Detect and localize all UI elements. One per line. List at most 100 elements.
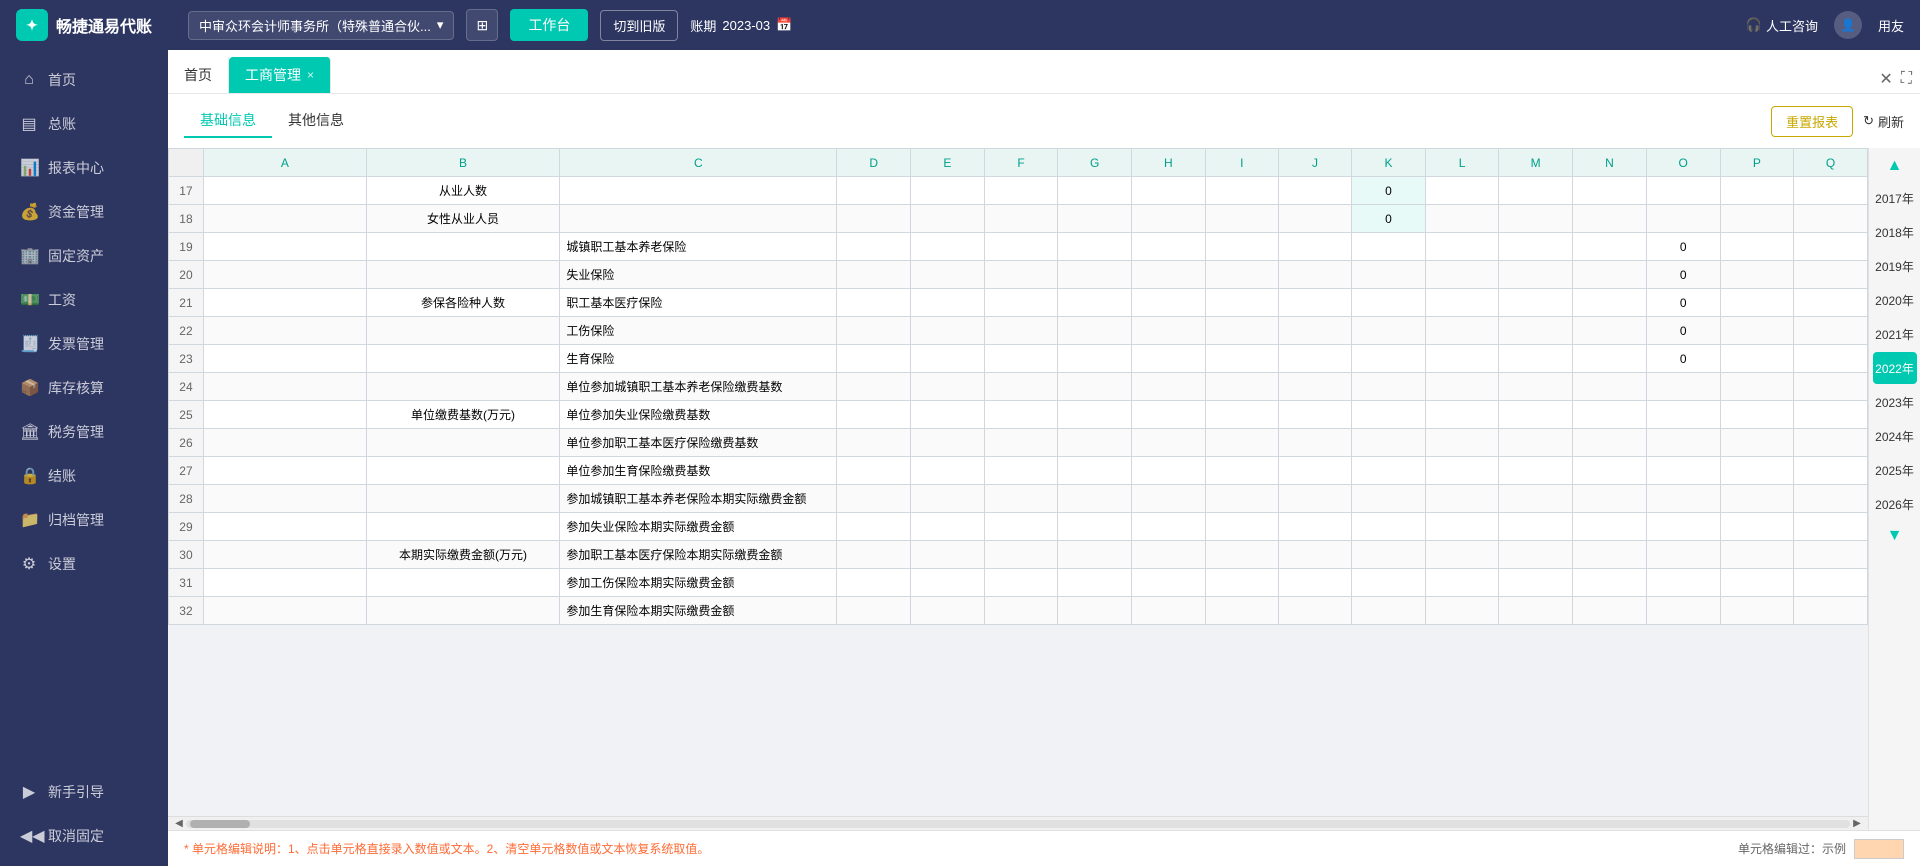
cell-28-o[interactable] [1646, 485, 1720, 513]
cell-27-h[interactable] [1132, 457, 1206, 485]
cell-29-p[interactable] [1720, 513, 1794, 541]
cell-29-b[interactable] [366, 513, 560, 541]
cell-30-n[interactable] [1573, 541, 1647, 569]
cell-32-g[interactable] [1058, 597, 1132, 625]
cell-21-j[interactable] [1278, 289, 1351, 317]
cell-26-c[interactable]: 单位参加职工基本医疗保险缴费基数 [560, 429, 837, 457]
workbench-button[interactable]: 工作台 [510, 9, 588, 41]
cell-27-j[interactable] [1278, 457, 1351, 485]
cell-19-e[interactable] [911, 233, 985, 261]
cell-19-g[interactable] [1058, 233, 1132, 261]
cell-17-b[interactable]: 从业人数 [366, 177, 560, 205]
cell-19-a[interactable] [203, 233, 366, 261]
cell-18-l[interactable] [1425, 205, 1498, 233]
cell-24-g[interactable] [1058, 373, 1132, 401]
cell-30-f[interactable] [984, 541, 1058, 569]
old-version-button[interactable]: 切到旧版 [600, 10, 678, 41]
cell-18-o[interactable] [1646, 205, 1720, 233]
cell-23-e[interactable] [911, 345, 985, 373]
cell-25-n[interactable] [1573, 401, 1647, 429]
cell-18-i[interactable] [1205, 205, 1278, 233]
cell-31-l[interactable] [1425, 569, 1498, 597]
cell-24-o[interactable] [1646, 373, 1720, 401]
cell-22-l[interactable] [1425, 317, 1498, 345]
cell-20-a[interactable] [203, 261, 366, 289]
cell-32-o[interactable] [1646, 597, 1720, 625]
sub-tab-other[interactable]: 其他信息 [272, 104, 360, 138]
cell-23-l[interactable] [1425, 345, 1498, 373]
cell-30-m[interactable] [1499, 541, 1573, 569]
cell-32-a[interactable] [203, 597, 366, 625]
cell-30-l[interactable] [1425, 541, 1498, 569]
cell-23-k[interactable] [1352, 345, 1426, 373]
cell-23-a[interactable] [203, 345, 366, 373]
cell-22-a[interactable] [203, 317, 366, 345]
cell-24-b[interactable] [366, 373, 560, 401]
cell-20-q[interactable] [1794, 261, 1868, 289]
cell-21-m[interactable] [1499, 289, 1573, 317]
cell-28-b[interactable] [366, 485, 560, 513]
cell-21-e[interactable] [911, 289, 985, 317]
cell-32-q[interactable] [1794, 597, 1868, 625]
cell-27-k[interactable] [1352, 457, 1426, 485]
cell-24-j[interactable] [1278, 373, 1351, 401]
cell-23-m[interactable] [1499, 345, 1573, 373]
cell-30-e[interactable] [911, 541, 985, 569]
scroll-left-icon[interactable]: ◀ [172, 817, 186, 831]
cell-31-h[interactable] [1132, 569, 1206, 597]
cell-30-c[interactable]: 参加职工基本医疗保险本期实际缴费金额 [560, 541, 837, 569]
cell-24-e[interactable] [911, 373, 985, 401]
sidebar-item-ledger[interactable]: ▤ 总账 [0, 102, 168, 146]
cell-20-b[interactable] [366, 261, 560, 289]
cell-28-m[interactable] [1499, 485, 1573, 513]
sidebar-item-home[interactable]: ⌂ 首页 [0, 58, 168, 102]
sidebar-item-report[interactable]: 📊 报表中心 [0, 146, 168, 190]
cell-31-b[interactable] [366, 569, 560, 597]
cell-27-b[interactable] [366, 457, 560, 485]
cell-32-n[interactable] [1573, 597, 1647, 625]
cell-31-p[interactable] [1720, 569, 1794, 597]
cell-26-i[interactable] [1205, 429, 1278, 457]
cell-19-d[interactable] [837, 233, 911, 261]
cell-32-p[interactable] [1720, 597, 1794, 625]
cell-19-b[interactable] [366, 233, 560, 261]
cell-19-c[interactable]: 城镇职工基本养老保险 [560, 233, 837, 261]
company-selector[interactable]: 中审众环会计师事务所（特殊普通合伙... ▾ [188, 11, 454, 40]
cell-26-e[interactable] [911, 429, 985, 457]
cell-30-p[interactable] [1720, 541, 1794, 569]
cell-19-o[interactable]: 0 [1646, 233, 1720, 261]
cell-18-h[interactable] [1132, 205, 1206, 233]
sidebar-item-tax[interactable]: 🏛 税务管理 [0, 410, 168, 454]
year-nav-down[interactable]: ▼ [1873, 522, 1917, 550]
cell-29-n[interactable] [1573, 513, 1647, 541]
cell-31-e[interactable] [911, 569, 985, 597]
cell-26-b[interactable] [366, 429, 560, 457]
cell-32-i[interactable] [1205, 597, 1278, 625]
cell-32-b[interactable] [366, 597, 560, 625]
cell-28-i[interactable] [1205, 485, 1278, 513]
cell-20-i[interactable] [1205, 261, 1278, 289]
service-area[interactable]: 🎧 人工咨询 [1746, 16, 1818, 35]
cell-32-f[interactable] [984, 597, 1058, 625]
cell-32-l[interactable] [1425, 597, 1498, 625]
cell-28-l[interactable] [1425, 485, 1498, 513]
cell-19-h[interactable] [1132, 233, 1206, 261]
cell-31-a[interactable] [203, 569, 366, 597]
cell-29-a[interactable] [203, 513, 366, 541]
cell-21-o[interactable]: 0 [1646, 289, 1720, 317]
cell-32-k[interactable] [1352, 597, 1426, 625]
cell-27-a[interactable] [203, 457, 366, 485]
cell-25-h[interactable] [1132, 401, 1206, 429]
cell-28-j[interactable] [1278, 485, 1351, 513]
year-nav-up[interactable]: ▲ [1873, 152, 1917, 180]
cell-20-h[interactable] [1132, 261, 1206, 289]
cell-21-n[interactable] [1573, 289, 1647, 317]
cell-21-h[interactable] [1132, 289, 1206, 317]
cell-30-b[interactable]: 本期实际缴费金额(万元) [366, 541, 560, 569]
sidebar-item-archive[interactable]: 📁 归档管理 [0, 498, 168, 542]
cell-25-p[interactable] [1720, 401, 1794, 429]
cell-25-f[interactable] [984, 401, 1058, 429]
sidebar-item-invoice[interactable]: 🧾 发票管理 [0, 322, 168, 366]
cell-24-m[interactable] [1499, 373, 1573, 401]
cell-31-m[interactable] [1499, 569, 1573, 597]
